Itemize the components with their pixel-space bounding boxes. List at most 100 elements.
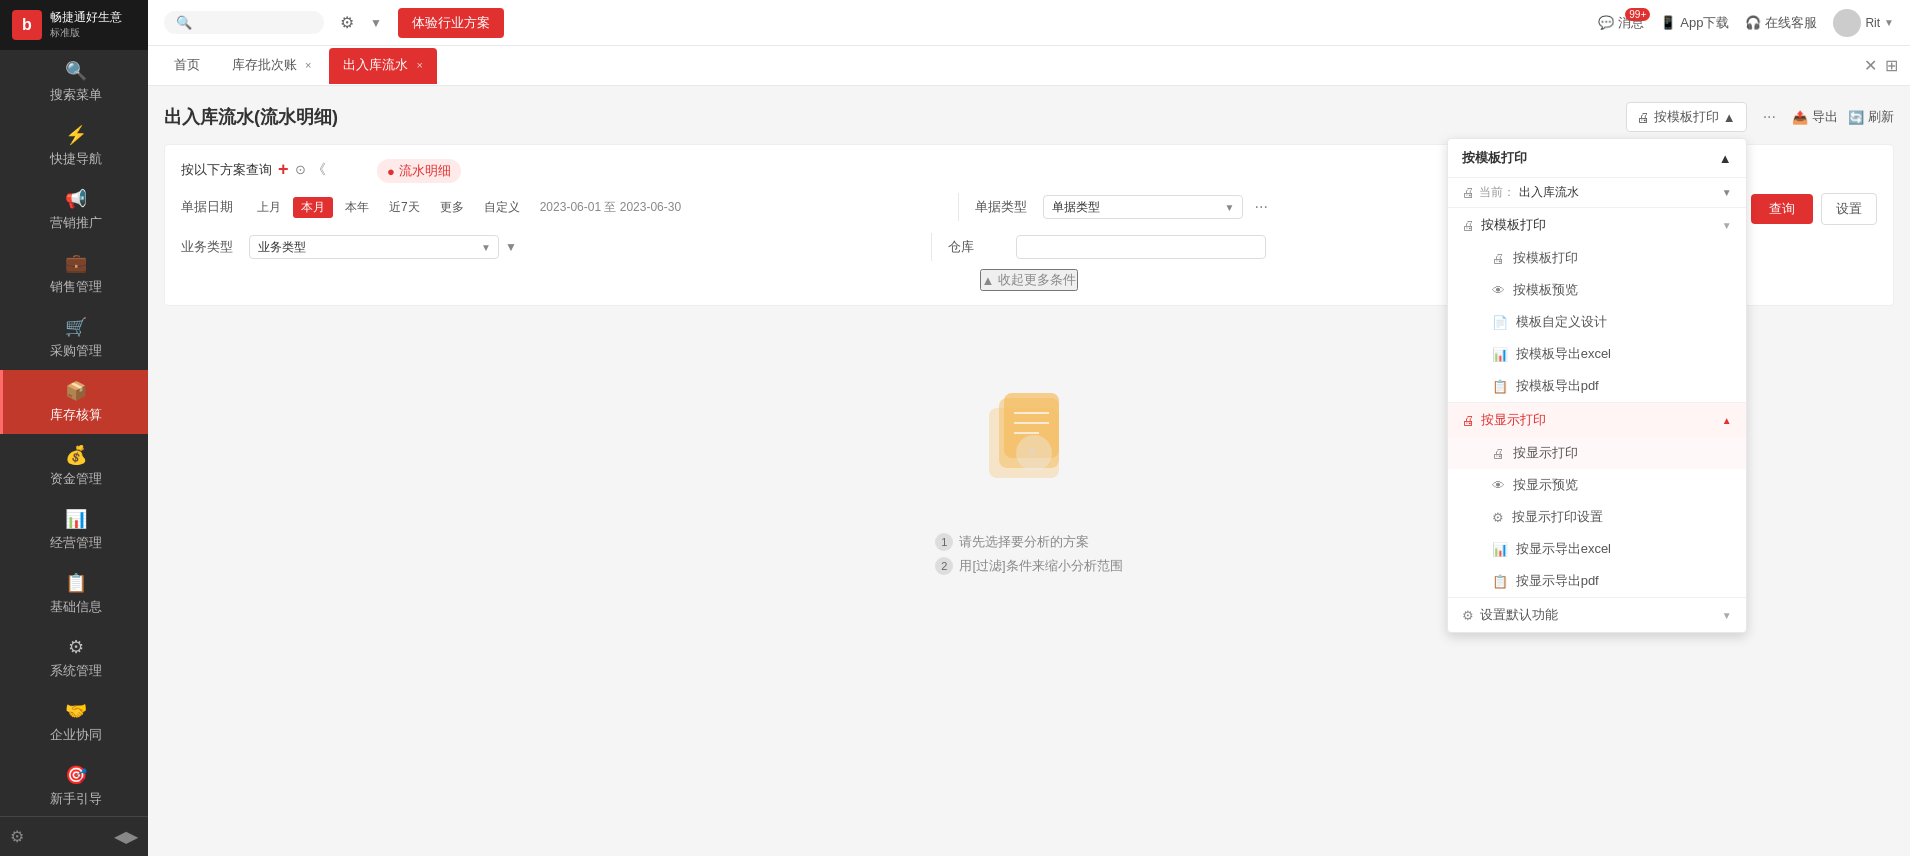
sidebar-item-sales[interactable]: 💼 销售管理 — [0, 242, 148, 306]
topbar-gear-icon[interactable]: ⚙ — [336, 9, 358, 36]
online-service-label: 在线客服 — [1765, 14, 1817, 32]
empty-tip-1: 1 请先选择要分析的方案 — [935, 533, 1122, 551]
doctype-dots[interactable]: ··· — [1249, 196, 1274, 218]
page-content: 出入库流水(流水明细) 🖨 按模板打印 ▲ 按模板打印 ▲ — [148, 86, 1910, 856]
sidebar-item-basic-info[interactable]: 📋 基础信息 — [0, 562, 148, 626]
main-area: 🔍 ⚙ ▼ 体验行业方案 💬 消息 99+ 📱 App下载 🎧 在线客服 Rit — [148, 0, 1910, 856]
biz-type-select[interactable]: 业务类型 — [249, 235, 499, 259]
biz-type-label: 业务类型 — [181, 233, 241, 261]
export-icon: 📤 — [1792, 110, 1808, 125]
collapse-button[interactable]: ▲ 收起更多条件 — [980, 269, 1079, 291]
app-download-button[interactable]: 📱 App下载 — [1660, 14, 1729, 32]
print-section-display-header[interactable]: 🖨 按显示打印 ▲ — [1448, 403, 1746, 437]
sidebar-item-search[interactable]: 🔍 搜索菜单 — [0, 50, 148, 114]
search-input[interactable] — [198, 16, 298, 30]
tab-flow-detail-close[interactable]: × — [416, 59, 422, 71]
close-all-tabs-icon[interactable]: ✕ — [1864, 56, 1877, 75]
filter-collapse-icon[interactable]: 《 — [312, 161, 326, 179]
date-btn-this-month[interactable]: 本月 — [293, 197, 333, 218]
sidebar-item-management[interactable]: 📊 经营管理 — [0, 498, 148, 562]
sidebar-item-finance[interactable]: 💰 资金管理 — [0, 434, 148, 498]
current-template-row: 🖨 当前： 出入库流水 ▼ — [1448, 178, 1746, 208]
date-btn-custom[interactable]: 自定义 — [476, 197, 528, 218]
print-dropdown-up-icon[interactable]: ▲ — [1719, 151, 1732, 166]
collapse-sidebar-icon[interactable]: ◀▶ — [114, 827, 138, 846]
filter-chip[interactable]: ● 流水明细 — [377, 159, 461, 183]
date-btn-prev-month[interactable]: 上月 — [249, 197, 289, 218]
industry-solution-button[interactable]: 体验行业方案 — [398, 8, 504, 38]
sidebar-item-marketing[interactable]: 📢 营销推广 — [0, 178, 148, 242]
system-icon: ⚙ — [68, 636, 84, 658]
print-item-template-preview[interactable]: 👁 按模板预览 — [1448, 274, 1746, 306]
date-btn-this-year[interactable]: 本年 — [337, 197, 377, 218]
print-up-icon: ▲ — [1723, 110, 1736, 125]
filter-add-icon[interactable]: + — [278, 159, 289, 180]
print-item-display-settings[interactable]: ⚙ 按显示打印设置 — [1448, 501, 1746, 533]
actions-dots[interactable]: ··· — [1757, 106, 1782, 128]
print-section-display: 🖨 按显示打印 ▲ 🖨 按显示打印 👁 按显 — [1448, 403, 1746, 598]
current-template-icon: 🖨 — [1462, 185, 1475, 200]
display-print-icon: 🖨 — [1492, 446, 1505, 461]
print-section-template-header[interactable]: 🖨 按模板打印 ▼ — [1448, 208, 1746, 242]
sidebar-item-quick-nav[interactable]: ⚡ 快捷导航 — [0, 114, 148, 178]
print-item-display-preview[interactable]: 👁 按显示预览 — [1448, 469, 1746, 501]
user-info[interactable]: Rit ▼ — [1833, 9, 1894, 37]
tab-home[interactable]: 首页 — [160, 48, 214, 84]
search-nav-icon: 🔍 — [65, 60, 87, 82]
sidebar-item-inventory[interactable]: 📦 库存核算 — [0, 370, 148, 434]
display-export-excel-icon: 📊 — [1492, 542, 1508, 557]
biz-type-select-wrap: 业务类型 — [249, 235, 499, 259]
set-default-icon: ⚙ — [1462, 608, 1474, 623]
settings-icon[interactable]: ⚙ — [10, 827, 24, 846]
biz-dropdown-icon[interactable]: ▼ — [505, 240, 517, 254]
filter-settings-icon[interactable]: ⊙ — [295, 162, 306, 177]
logo-icon: b — [12, 10, 42, 40]
doctype-select[interactable]: 单据类型 — [1043, 195, 1243, 219]
tab-flow-detail[interactable]: 出入库流水 × — [329, 48, 436, 84]
topbar-search-box[interactable]: 🔍 — [164, 11, 324, 34]
print-item-display-export-excel[interactable]: 📊 按显示导出excel — [1448, 533, 1746, 565]
collapse-up-icon: ▲ — [982, 273, 995, 288]
purchase-icon: 🛒 — [65, 316, 87, 338]
refresh-icon: 🔄 — [1848, 110, 1864, 125]
page-actions: 🖨 按模板打印 ▲ 按模板打印 ▲ 🖨 当前： — [1626, 102, 1894, 132]
app-download-label: App下载 — [1680, 14, 1729, 32]
display-settings-icon: ⚙ — [1492, 510, 1504, 525]
settings-button[interactable]: 设置 — [1821, 193, 1877, 225]
sidebar-item-collab[interactable]: 🤝 企业协同 — [0, 690, 148, 754]
tab-batch-account-close[interactable]: × — [305, 59, 311, 71]
export-button[interactable]: 📤 导出 — [1792, 108, 1838, 126]
print-item-template-print[interactable]: 🖨 按模板打印 — [1448, 242, 1746, 274]
sidebar-nav: 🔍 搜索菜单 ⚡ 快捷导航 📢 营销推广 💼 销售管理 🛒 采购管理 📦 库存核… — [0, 50, 148, 816]
message-button[interactable]: 💬 消息 99+ — [1598, 14, 1644, 32]
print-item-template-export-excel[interactable]: 📊 按模板导出excel — [1448, 338, 1746, 370]
sidebar-item-purchase[interactable]: 🛒 采购管理 — [0, 306, 148, 370]
empty-tips: 1 请先选择要分析的方案 2 用[过滤]条件来缩小分析范围 — [935, 533, 1122, 575]
print-item-display-print[interactable]: 🖨 按显示打印 — [1448, 437, 1746, 469]
sidebar-item-guide[interactable]: 🎯 新手引导 — [0, 754, 148, 816]
query-button[interactable]: 查询 — [1751, 194, 1813, 224]
print-icon: 🖨 — [1637, 110, 1650, 125]
print-item-display-export-pdf[interactable]: 📋 按显示导出pdf — [1448, 565, 1746, 597]
date-btn-7days[interactable]: 近7天 — [381, 197, 428, 218]
set-default-chevron: ▼ — [1722, 610, 1732, 621]
online-service-icon: 🎧 — [1745, 15, 1761, 30]
print-item-template-design[interactable]: 📄 模板自定义设计 — [1448, 306, 1746, 338]
set-default-button[interactable]: ⚙ 设置默认功能 ▼ — [1448, 598, 1746, 632]
filter-date-section: 单据日期 上月 本月 本年 近7天 更多 自定义 2023-06-01 至 20… — [181, 193, 942, 221]
current-template-dropdown[interactable]: ▼ — [1722, 187, 1732, 198]
refresh-button[interactable]: 🔄 刷新 — [1848, 108, 1894, 126]
tab-batch-account[interactable]: 库存批次账 × — [218, 48, 325, 84]
sidebar-bottom: ⚙ ◀▶ — [0, 816, 148, 856]
current-template-value[interactable]: 出入库流水 — [1519, 184, 1579, 201]
print-template-button[interactable]: 🖨 按模板打印 ▲ — [1626, 102, 1747, 132]
refresh-label: 刷新 — [1868, 108, 1894, 126]
warehouse-select[interactable] — [1016, 235, 1266, 259]
topbar-dropdown-icon[interactable]: ▼ — [370, 16, 382, 30]
print-item-template-export-pdf[interactable]: 📋 按模板导出pdf — [1448, 370, 1746, 402]
expand-tabs-icon[interactable]: ⊞ — [1885, 56, 1898, 75]
date-btn-more[interactable]: 更多 — [432, 197, 472, 218]
sidebar-item-system[interactable]: ⚙ 系统管理 — [0, 626, 148, 690]
sidebar-item-label: 经营管理 — [50, 534, 102, 552]
online-service-button[interactable]: 🎧 在线客服 — [1745, 14, 1817, 32]
